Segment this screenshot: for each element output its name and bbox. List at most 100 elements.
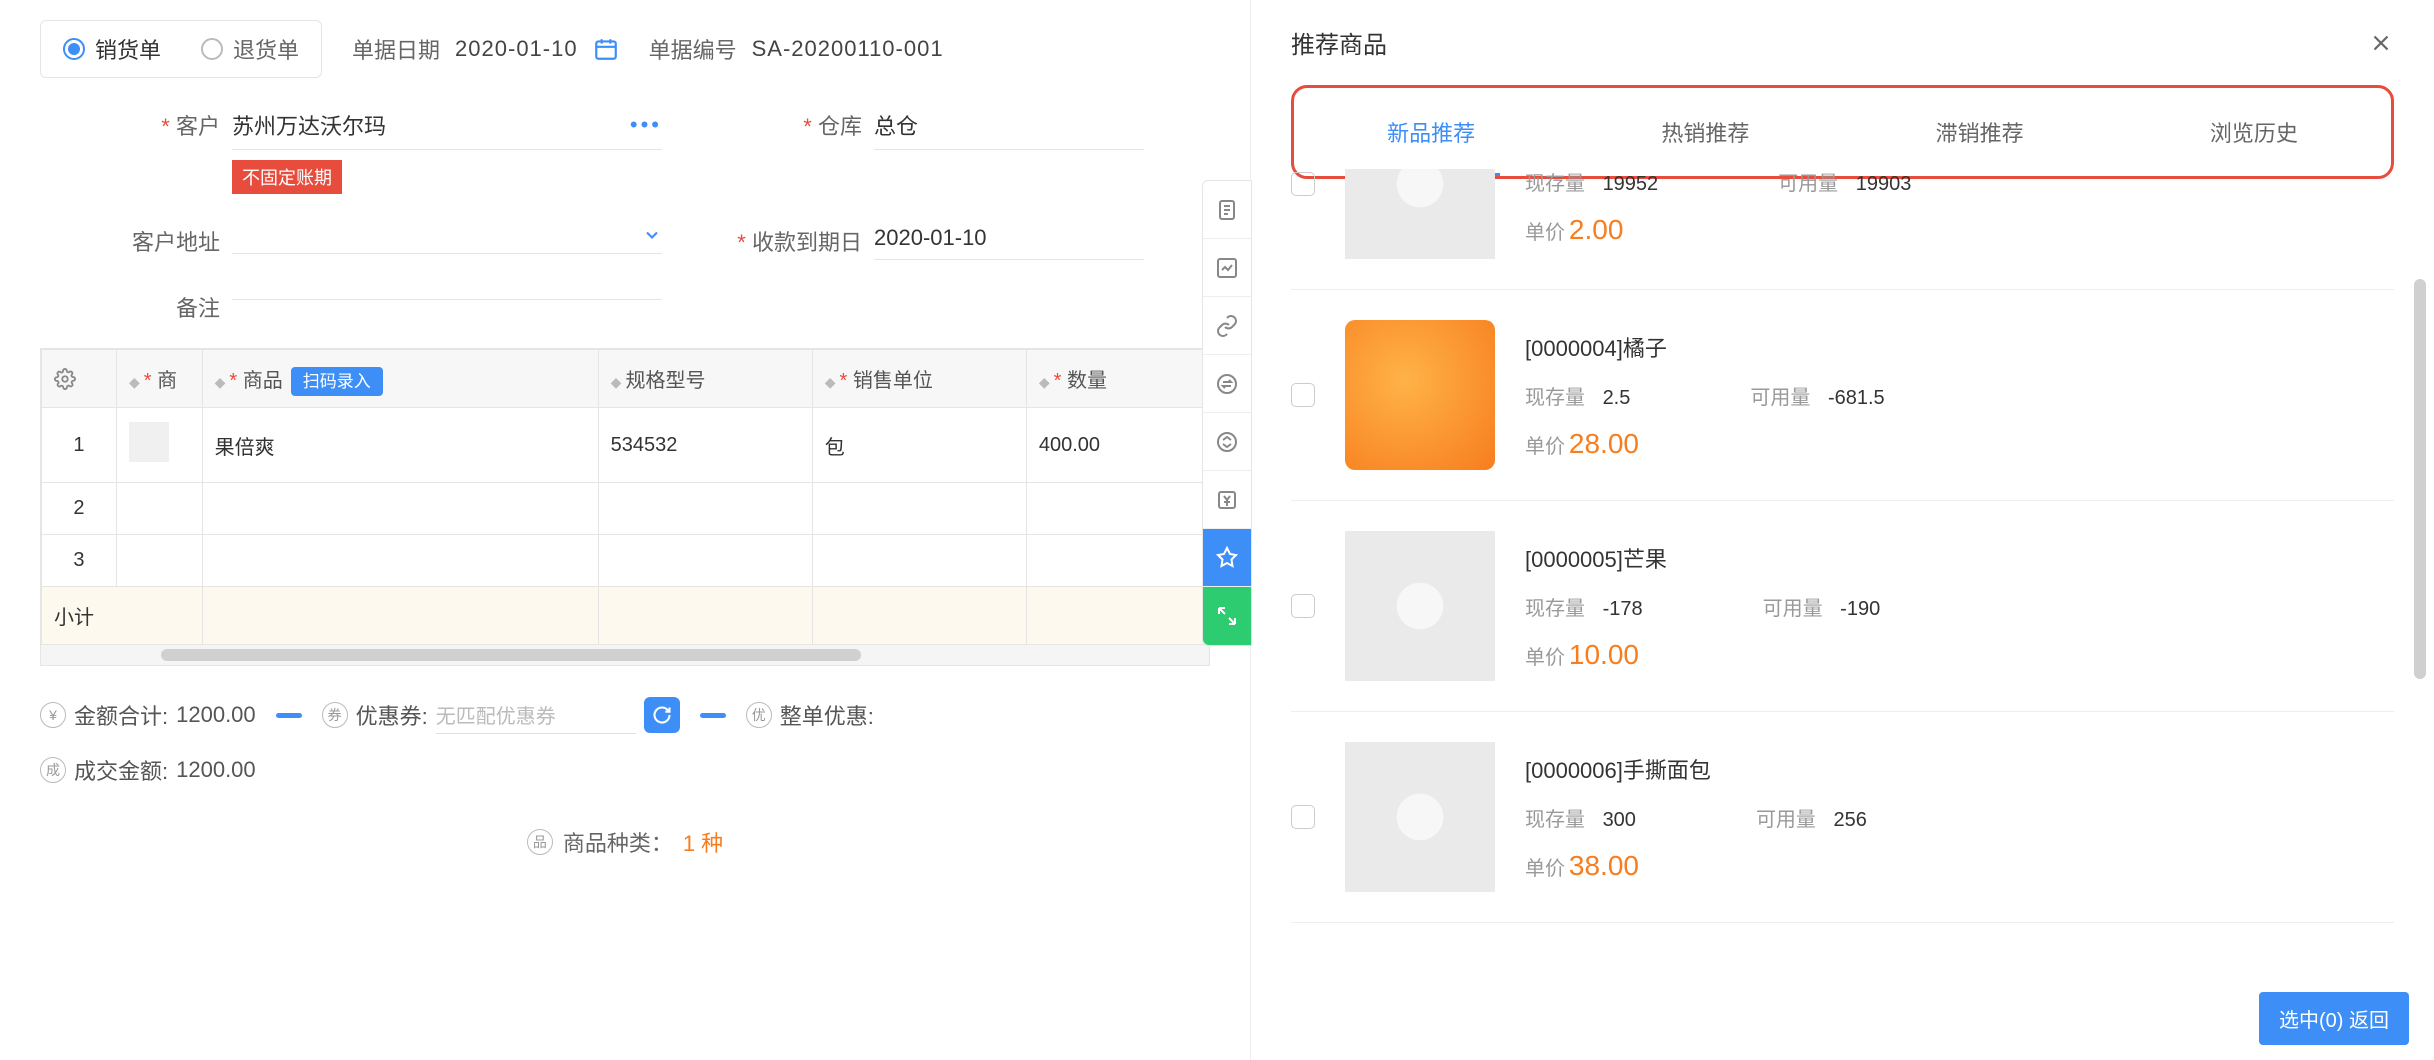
avail-value: -190 [1840, 598, 1880, 620]
refresh-button[interactable] [644, 697, 680, 733]
product-name: [0000005]芒果 [1525, 542, 2394, 574]
currency-icon[interactable] [1203, 471, 1251, 529]
product-list[interactable]: 250ml 现存量 19952 可用量 19903 单价 2.00 [00000… [1251, 169, 2434, 977]
doc-no-field: 单据编号 SA-20200110-001 [649, 33, 944, 65]
product-item: [0000006]手撕面包 现存量 300 可用量 256 单价 38.00 [1291, 712, 2394, 923]
table-row[interactable]: 3 [42, 535, 1211, 587]
note-icon[interactable] [1203, 181, 1251, 239]
amount-value: 1200.00 [176, 702, 256, 728]
table-row[interactable]: 2 [42, 483, 1211, 535]
price-value: 28.00 [1569, 428, 1639, 459]
tab-browse-history[interactable]: 浏览历史 [2117, 88, 2391, 176]
yen-icon: ¥ [40, 702, 66, 728]
cell-unit[interactable]: 包 [812, 408, 1026, 483]
dash-icon [700, 713, 726, 718]
due-date-input[interactable]: 2020-01-10 [874, 219, 1144, 260]
col-spec[interactable]: ◆规格型号 [598, 350, 812, 408]
table-row[interactable]: 1 果倍爽 534532 包 400.00 [42, 408, 1211, 483]
due-date-label: 收款到期日 [722, 219, 862, 257]
items-table: ◆* 商 ◆* 商品扫码录入 ◆规格型号 ◆* 销售单位 ◆* 数量 1 果倍爽… [40, 348, 1210, 666]
product-kind-footer: 品 商品种类： 1 种 [40, 826, 1210, 858]
price-value: 38.00 [1569, 850, 1639, 881]
deal-value: 1200.00 [176, 757, 256, 783]
address-input[interactable] [232, 219, 662, 254]
side-tool-strip [1202, 180, 1252, 646]
sort-icon: ◆ [611, 377, 622, 387]
link-icon[interactable] [1203, 297, 1251, 355]
col-qty[interactable]: ◆* 数量 [1026, 350, 1210, 408]
star-icon[interactable] [1203, 529, 1251, 587]
account-period-badge: 不固定账期 [232, 160, 342, 194]
product-checkbox[interactable] [1291, 172, 1315, 196]
more-dots-icon[interactable]: ••• [630, 112, 662, 138]
cell-spec[interactable]: 534532 [598, 408, 812, 483]
tab-sales-label: 销货单 [95, 33, 161, 65]
warehouse-input[interactable]: 总仓 [874, 103, 1144, 150]
deal-amount: 成 成交金额: 1200.00 [40, 754, 256, 786]
sort-icon: ◆ [129, 377, 140, 387]
panel-title: 推荐商品 [1291, 25, 1387, 60]
product-name: [0000004]橘子 [1525, 331, 2394, 363]
receipt-icon[interactable] [1203, 413, 1251, 471]
doc-no-label: 单据编号 [649, 33, 737, 65]
coupon-icon: 券 [322, 702, 348, 728]
gear-icon [54, 368, 104, 390]
scan-input-button[interactable]: 扫码录入 [291, 367, 383, 396]
tab-return-label: 退货单 [233, 33, 299, 65]
doc-date-value[interactable]: 2020-01-10 [455, 36, 578, 62]
stock-value: 300 [1603, 809, 1636, 831]
remark-input[interactable] [232, 285, 662, 300]
col-image[interactable]: ◆* 商 [116, 350, 202, 408]
price-value: 2.00 [1569, 214, 1624, 245]
cell-qty[interactable]: 400.00 [1026, 408, 1210, 483]
coupon-field: 券 优惠券: 无匹配优惠券 [322, 696, 680, 734]
subtotal-row: 小计 [42, 587, 1211, 645]
col-product[interactable]: ◆* 商品扫码录入 [202, 350, 598, 408]
stock-value: 2.5 [1603, 387, 1631, 409]
calendar-icon[interactable] [593, 36, 619, 62]
product-checkbox[interactable] [1291, 805, 1315, 829]
cell-product[interactable]: 果倍爽 [202, 408, 598, 483]
sort-icon: ◆ [215, 377, 226, 387]
tab-return-order[interactable]: 退货单 [201, 33, 299, 65]
deal-icon: 成 [40, 757, 66, 783]
doc-date-field: 单据日期 2020-01-10 [352, 33, 619, 65]
swap-icon[interactable] [1203, 355, 1251, 413]
amount-total: ¥ 金额合计: 1200.00 [40, 699, 256, 731]
gear-column-header[interactable] [42, 350, 117, 408]
vertical-scrollbar[interactable] [2414, 279, 2426, 679]
chevron-down-icon[interactable] [642, 225, 662, 245]
chart-icon[interactable] [1203, 239, 1251, 297]
product-item: [0000005]芒果 现存量 -178 可用量 -190 单价 10.00 [1291, 501, 2394, 712]
col-unit[interactable]: ◆* 销售单位 [812, 350, 1026, 408]
radio-dot-icon [63, 38, 85, 60]
coupon-input[interactable]: 无匹配优惠券 [436, 696, 636, 734]
doc-date-label: 单据日期 [352, 33, 440, 65]
tab-sales-order[interactable]: 销货单 [63, 33, 161, 65]
warehouse-value: 总仓 [874, 109, 918, 141]
discount-icon: 优 [746, 702, 772, 728]
avail-value: 19903 [1856, 173, 1912, 195]
product-checkbox[interactable] [1291, 383, 1315, 407]
stock-value: 19952 [1603, 173, 1659, 195]
product-thumb [129, 422, 169, 462]
product-image [1345, 742, 1495, 892]
row-index: 3 [42, 535, 117, 587]
expand-icon[interactable] [1203, 587, 1251, 645]
selected-return-button[interactable]: 选中(0) 返回 [2259, 992, 2409, 1045]
product-checkbox[interactable] [1291, 594, 1315, 618]
customer-label: 客户 [40, 103, 220, 141]
sort-icon: ◆ [825, 377, 836, 387]
price-value: 10.00 [1569, 639, 1639, 670]
avail-value: -681.5 [1828, 387, 1885, 409]
kind-value: 1 种 [683, 826, 723, 858]
tab-new-recommend[interactable]: 新品推荐 [1294, 88, 1568, 176]
doc-no-value: SA-20200110-001 [752, 36, 944, 62]
customer-input[interactable]: 苏州万达沃尔玛 ••• [232, 103, 662, 150]
remark-label: 备注 [40, 285, 220, 323]
product-item: 250ml 现存量 19952 可用量 19903 单价 2.00 [1291, 169, 2394, 290]
tab-slow-recommend[interactable]: 滞销推荐 [1843, 88, 2117, 176]
horizontal-scrollbar[interactable] [41, 645, 1209, 665]
tab-hot-recommend[interactable]: 热销推荐 [1568, 88, 1842, 176]
close-icon[interactable] [2368, 30, 2394, 56]
